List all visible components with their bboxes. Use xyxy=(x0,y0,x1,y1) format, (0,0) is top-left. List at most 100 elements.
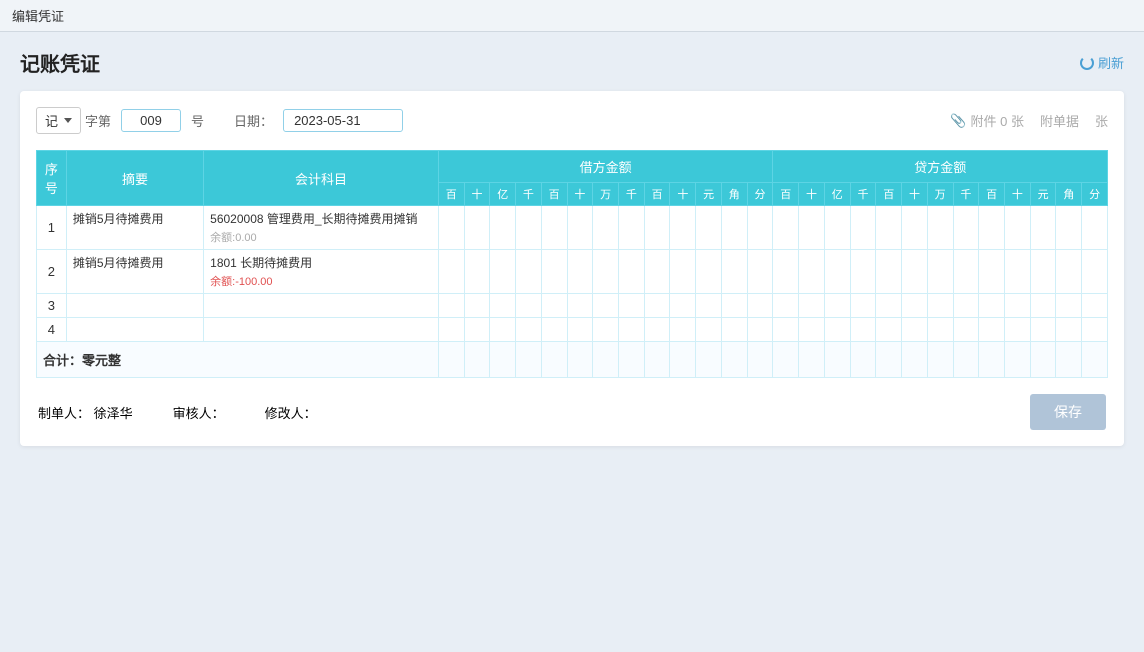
row-1-debit-8[interactable] xyxy=(619,206,645,250)
row-1-credit-7[interactable] xyxy=(927,206,953,250)
row-4-debit-4[interactable] xyxy=(516,318,542,342)
row-account-2[interactable]: 1801 长期待摊费用余额:-100.00 xyxy=(204,250,439,294)
row-1-credit-3[interactable] xyxy=(824,206,850,250)
row-2-debit-1[interactable] xyxy=(438,250,464,294)
row-1-debit-2[interactable] xyxy=(464,206,490,250)
row-1-credit-13[interactable] xyxy=(1082,206,1108,250)
row-3-credit-13[interactable] xyxy=(1082,294,1108,318)
row-3-debit-8[interactable] xyxy=(619,294,645,318)
date-input[interactable] xyxy=(283,109,403,132)
row-3-debit-12[interactable] xyxy=(721,294,747,318)
row-4-debit-9[interactable] xyxy=(644,318,670,342)
row-2-debit-11[interactable] xyxy=(696,250,722,294)
row-4-debit-7[interactable] xyxy=(593,318,619,342)
row-4-debit-6[interactable] xyxy=(567,318,593,342)
row-1-credit-1[interactable] xyxy=(773,206,799,250)
row-4-debit-5[interactable] xyxy=(541,318,567,342)
row-1-credit-9[interactable] xyxy=(979,206,1005,250)
row-2-credit-11[interactable] xyxy=(1030,250,1056,294)
row-4-debit-10[interactable] xyxy=(670,318,696,342)
row-4-debit-11[interactable] xyxy=(696,318,722,342)
row-3-credit-8[interactable] xyxy=(953,294,979,318)
row-1-debit-13[interactable] xyxy=(747,206,773,250)
row-1-debit-3[interactable] xyxy=(490,206,516,250)
row-2-credit-1[interactable] xyxy=(773,250,799,294)
row-4-credit-6[interactable] xyxy=(902,318,928,342)
row-3-debit-13[interactable] xyxy=(747,294,773,318)
row-3-debit-2[interactable] xyxy=(464,294,490,318)
row-3-credit-7[interactable] xyxy=(927,294,953,318)
row-2-credit-6[interactable] xyxy=(902,250,928,294)
row-4-credit-11[interactable] xyxy=(1030,318,1056,342)
row-1-credit-4[interactable] xyxy=(850,206,876,250)
row-2-debit-10[interactable] xyxy=(670,250,696,294)
row-1-credit-2[interactable] xyxy=(799,206,825,250)
row-3-credit-3[interactable] xyxy=(824,294,850,318)
row-2-credit-4[interactable] xyxy=(850,250,876,294)
row-4-credit-10[interactable] xyxy=(1005,318,1031,342)
row-3-credit-5[interactable] xyxy=(876,294,902,318)
row-1-debit-1[interactable] xyxy=(438,206,464,250)
voucher-type-button[interactable]: 记 xyxy=(36,107,81,134)
row-4-credit-4[interactable] xyxy=(850,318,876,342)
row-4-debit-12[interactable] xyxy=(721,318,747,342)
row-3-credit-9[interactable] xyxy=(979,294,1005,318)
row-account-4[interactable] xyxy=(204,318,439,342)
row-2-credit-7[interactable] xyxy=(927,250,953,294)
row-account-3[interactable] xyxy=(204,294,439,318)
voucher-number-input[interactable] xyxy=(121,109,181,132)
row-summary-2[interactable]: 摊销5月待摊费用 xyxy=(66,250,203,294)
row-3-debit-9[interactable] xyxy=(644,294,670,318)
row-4-credit-8[interactable] xyxy=(953,318,979,342)
row-3-debit-4[interactable] xyxy=(516,294,542,318)
row-2-credit-2[interactable] xyxy=(799,250,825,294)
row-summary-4[interactable] xyxy=(66,318,203,342)
row-3-credit-11[interactable] xyxy=(1030,294,1056,318)
row-4-debit-8[interactable] xyxy=(619,318,645,342)
row-2-debit-12[interactable] xyxy=(721,250,747,294)
row-2-debit-8[interactable] xyxy=(619,250,645,294)
row-1-debit-12[interactable] xyxy=(721,206,747,250)
row-3-debit-7[interactable] xyxy=(593,294,619,318)
row-4-debit-2[interactable] xyxy=(464,318,490,342)
row-1-credit-10[interactable] xyxy=(1005,206,1031,250)
row-2-credit-13[interactable] xyxy=(1082,250,1108,294)
row-2-debit-2[interactable] xyxy=(464,250,490,294)
row-4-debit-1[interactable] xyxy=(438,318,464,342)
row-2-debit-3[interactable] xyxy=(490,250,516,294)
row-3-debit-3[interactable] xyxy=(490,294,516,318)
row-3-credit-12[interactable] xyxy=(1056,294,1082,318)
save-button[interactable]: 保存 xyxy=(1030,394,1106,430)
row-3-debit-10[interactable] xyxy=(670,294,696,318)
row-summary-1[interactable]: 摊销5月待摊费用 xyxy=(66,206,203,250)
row-3-credit-6[interactable] xyxy=(902,294,928,318)
row-2-debit-13[interactable] xyxy=(747,250,773,294)
row-3-credit-4[interactable] xyxy=(850,294,876,318)
row-2-credit-3[interactable] xyxy=(824,250,850,294)
row-1-debit-9[interactable] xyxy=(644,206,670,250)
row-1-credit-11[interactable] xyxy=(1030,206,1056,250)
row-summary-3[interactable] xyxy=(66,294,203,318)
row-4-debit-13[interactable] xyxy=(747,318,773,342)
row-1-debit-5[interactable] xyxy=(541,206,567,250)
row-1-credit-8[interactable] xyxy=(953,206,979,250)
row-1-debit-11[interactable] xyxy=(696,206,722,250)
row-4-debit-3[interactable] xyxy=(490,318,516,342)
row-1-debit-4[interactable] xyxy=(516,206,542,250)
row-1-debit-7[interactable] xyxy=(593,206,619,250)
row-4-credit-7[interactable] xyxy=(927,318,953,342)
row-1-debit-6[interactable] xyxy=(567,206,593,250)
row-2-debit-4[interactable] xyxy=(516,250,542,294)
row-4-credit-13[interactable] xyxy=(1082,318,1108,342)
row-3-debit-1[interactable] xyxy=(438,294,464,318)
row-3-credit-10[interactable] xyxy=(1005,294,1031,318)
row-4-credit-5[interactable] xyxy=(876,318,902,342)
row-4-credit-12[interactable] xyxy=(1056,318,1082,342)
row-3-debit-5[interactable] xyxy=(541,294,567,318)
row-1-debit-10[interactable] xyxy=(670,206,696,250)
row-2-credit-8[interactable] xyxy=(953,250,979,294)
row-4-credit-9[interactable] xyxy=(979,318,1005,342)
row-2-credit-5[interactable] xyxy=(876,250,902,294)
row-2-debit-9[interactable] xyxy=(644,250,670,294)
row-3-debit-11[interactable] xyxy=(696,294,722,318)
